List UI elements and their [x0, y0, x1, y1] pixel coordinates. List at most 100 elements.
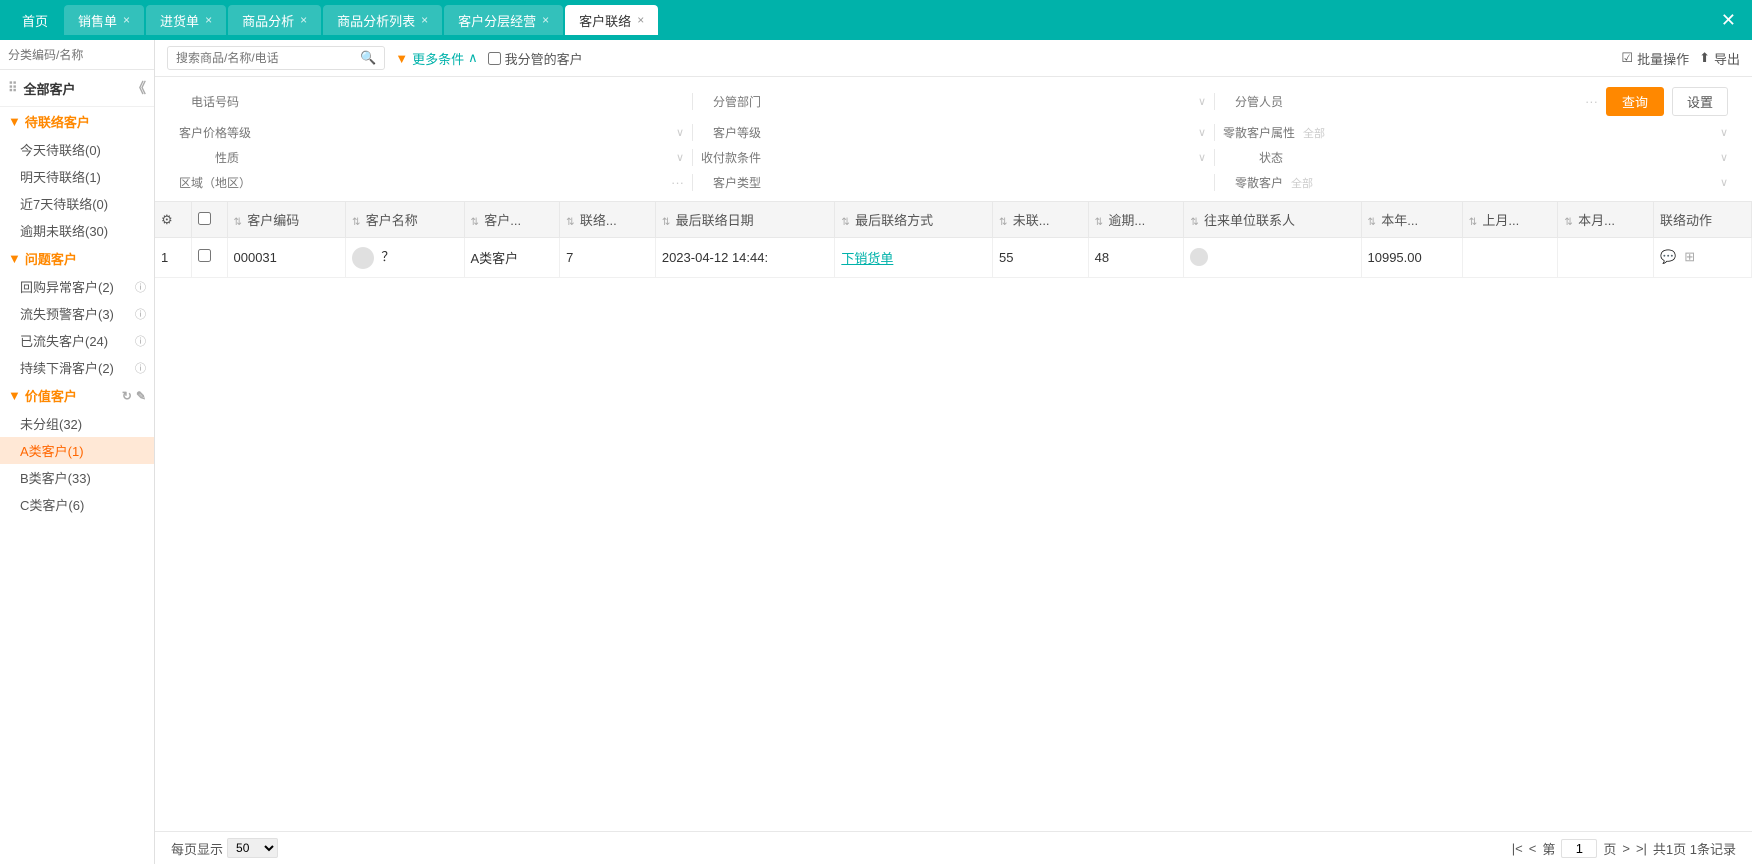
sort-code-icon[interactable]: ⇅	[234, 217, 242, 228]
sidebar-item-churn-warning[interactable]: 流失预警客户(3) ⓘ	[0, 300, 154, 327]
th-contact-count: ⇅ 联络...	[560, 202, 656, 238]
td-last-method: 下销货单	[835, 238, 993, 278]
sidebar-item-today[interactable]: 今天待联络(0)	[0, 136, 154, 163]
sidebar-item-declining[interactable]: 持续下滑客户(2) ⓘ	[0, 354, 154, 381]
chat-icon[interactable]: 💬	[1660, 249, 1676, 265]
sidebar-item-unclassified[interactable]: 未分组(32)	[0, 410, 154, 437]
section-value-label: 价值客户	[25, 386, 77, 405]
row-last-method[interactable]: 下销货单	[841, 251, 893, 266]
nav-tab-customer-tier[interactable]: 客户分层经营 ×	[444, 5, 563, 35]
declining-label: 持续下滑客户(2)	[20, 358, 114, 377]
th-settings[interactable]: ⚙	[155, 202, 191, 238]
filter-btn[interactable]: ▼ 更多条件 ∧	[395, 49, 477, 68]
sort-name-icon[interactable]: ⇅	[352, 217, 360, 228]
sidebar-item-churned[interactable]: 已流失客户(24) ⓘ	[0, 327, 154, 354]
status-select[interactable]: ∨	[1291, 151, 1728, 164]
settings-icon[interactable]: ⚙	[161, 212, 173, 227]
dots-icon: ⠿	[8, 80, 18, 96]
sidebar-item-overdue[interactable]: 逾期未联络(30)	[0, 217, 154, 244]
sort-contacts-icon[interactable]: ⇅	[1190, 217, 1198, 228]
per-page-select[interactable]: 50 100 200	[227, 838, 278, 858]
td-action: 💬 ⊞	[1654, 238, 1752, 278]
settings-button[interactable]: 设置	[1672, 87, 1728, 116]
region-input[interactable]	[259, 176, 663, 190]
batch-op-btn[interactable]: ☑ 批量操作	[1621, 49, 1689, 68]
scattered-select[interactable]: 全部∨	[1291, 175, 1728, 191]
class-c-label: C类客户(6)	[20, 495, 84, 514]
sidebar-item-class-a[interactable]: A类客户(1)	[0, 437, 154, 464]
row-checkbox[interactable]	[198, 249, 211, 262]
sort-nocontact-icon[interactable]: ⇅	[999, 217, 1007, 228]
nav-tab-customer-contact[interactable]: 客户联络 ×	[565, 5, 658, 35]
customer-level-select[interactable]: ∨	[769, 126, 1206, 139]
sidebar-item-tomorrow[interactable]: 明天待联络(1)	[0, 163, 154, 190]
nav-tab-purchase[interactable]: 进货单 ×	[146, 5, 226, 35]
query-button[interactable]: 查询	[1606, 87, 1664, 116]
toolbar-right: ☑ 批量操作 ⬆ 导出	[1621, 49, 1740, 68]
close-sales-icon[interactable]: ×	[123, 13, 130, 27]
section-pending-contact[interactable]: ▼ 待联络客户	[0, 107, 154, 136]
nature-select[interactable]: ∨	[247, 151, 684, 164]
collapse-icon[interactable]: 《	[132, 78, 146, 98]
manager-input[interactable]	[1291, 95, 1577, 109]
sidebar-search-input[interactable]	[8, 48, 155, 62]
edit-icon[interactable]: ✎	[136, 389, 146, 403]
sidebar-all-customers[interactable]: ⠿ 全部客户 《	[0, 70, 154, 107]
nav-tab-analysis[interactable]: 商品分析 ×	[228, 5, 321, 35]
th-last-method: ⇅ 最后联络方式	[835, 202, 993, 238]
sidebar-item-7days[interactable]: 近7天待联络(0)	[0, 190, 154, 217]
phone-input[interactable]	[247, 95, 684, 109]
close-all-button[interactable]: ✕	[1713, 10, 1744, 31]
grid-icon[interactable]: ⊞	[1684, 249, 1695, 265]
select-all-checkbox[interactable]	[198, 212, 211, 225]
expand-icon2: ▼	[8, 251, 21, 266]
sort-overdue-icon[interactable]: ⇅	[1095, 217, 1103, 228]
region-dots[interactable]: ···	[671, 175, 684, 190]
scattered-attr-select[interactable]: 全部∨	[1303, 125, 1728, 141]
td-last-month	[1462, 238, 1558, 278]
refresh-icon[interactable]: ↻	[122, 389, 132, 403]
sort-contact-icon[interactable]: ⇅	[566, 217, 574, 228]
manager-dots[interactable]: ···	[1585, 94, 1598, 109]
close-customer-contact-icon[interactable]: ×	[637, 13, 644, 27]
customer-level-label: 客户等级	[701, 124, 761, 141]
close-analysis-list-icon[interactable]: ×	[421, 13, 428, 27]
filter-row-2: 客户价格等级 ∨ 客户等级 ∨ 零散客户属性 全部∨	[171, 124, 1736, 141]
my-customers-checkbox[interactable]	[488, 52, 501, 65]
prev-page-btn[interactable]: <	[1529, 841, 1537, 856]
sort-type-icon[interactable]: ⇅	[471, 217, 479, 228]
filter-icon: ▼	[395, 51, 408, 66]
sort-year-icon[interactable]: ⇅	[1368, 217, 1376, 228]
close-customer-tier-icon[interactable]: ×	[542, 13, 549, 27]
nav-tab-sales[interactable]: 销售单 ×	[64, 5, 144, 35]
page-input[interactable]	[1561, 839, 1597, 858]
customer-type-input[interactable]	[769, 176, 1206, 190]
first-page-btn[interactable]: |<	[1512, 841, 1523, 856]
sidebar-item-class-b[interactable]: B类客户(33)	[0, 464, 154, 491]
th-name-label: 客户名称	[366, 213, 418, 228]
sort-thismonth-icon[interactable]: ⇅	[1564, 217, 1572, 228]
nav-tab-home[interactable]: 首页	[8, 5, 62, 35]
table-container: ⚙ ⇅ 客户编码 ⇅ 客户名称	[155, 202, 1752, 831]
filter-row-4: 区域（地区） ··· 客户类型 零散客户 全部∨	[171, 174, 1736, 191]
search-input[interactable]	[176, 51, 356, 65]
dept-select[interactable]: ∨	[769, 95, 1206, 108]
price-level-select[interactable]: ∨	[259, 126, 684, 139]
section-problem-customers[interactable]: ▼ 问题客户	[0, 244, 154, 273]
sort-method-icon[interactable]: ⇅	[841, 217, 849, 228]
th-action: 联络动作	[1654, 202, 1752, 238]
close-analysis-icon[interactable]: ×	[300, 13, 307, 27]
sort-lastmonth-icon[interactable]: ⇅	[1469, 217, 1477, 228]
sort-date-icon[interactable]: ⇅	[662, 217, 670, 228]
sidebar-item-abnormal[interactable]: 回购异常客户(2) ⓘ	[0, 273, 154, 300]
last-page-btn[interactable]: >|	[1636, 841, 1647, 856]
payment-select[interactable]: ∨	[769, 151, 1206, 164]
export-btn[interactable]: ⬆ 导出	[1699, 49, 1740, 68]
next-page-btn[interactable]: >	[1622, 841, 1630, 856]
sidebar-search-container: 🔍	[0, 40, 154, 70]
close-purchase-icon[interactable]: ×	[205, 13, 212, 27]
phone-label: 电话号码	[179, 93, 239, 110]
section-value-customers[interactable]: ▼ 价值客户 ↻ ✎	[0, 381, 154, 410]
nav-tab-analysis-list[interactable]: 商品分析列表 ×	[323, 5, 442, 35]
sidebar-item-class-c[interactable]: C类客户(6)	[0, 491, 154, 518]
